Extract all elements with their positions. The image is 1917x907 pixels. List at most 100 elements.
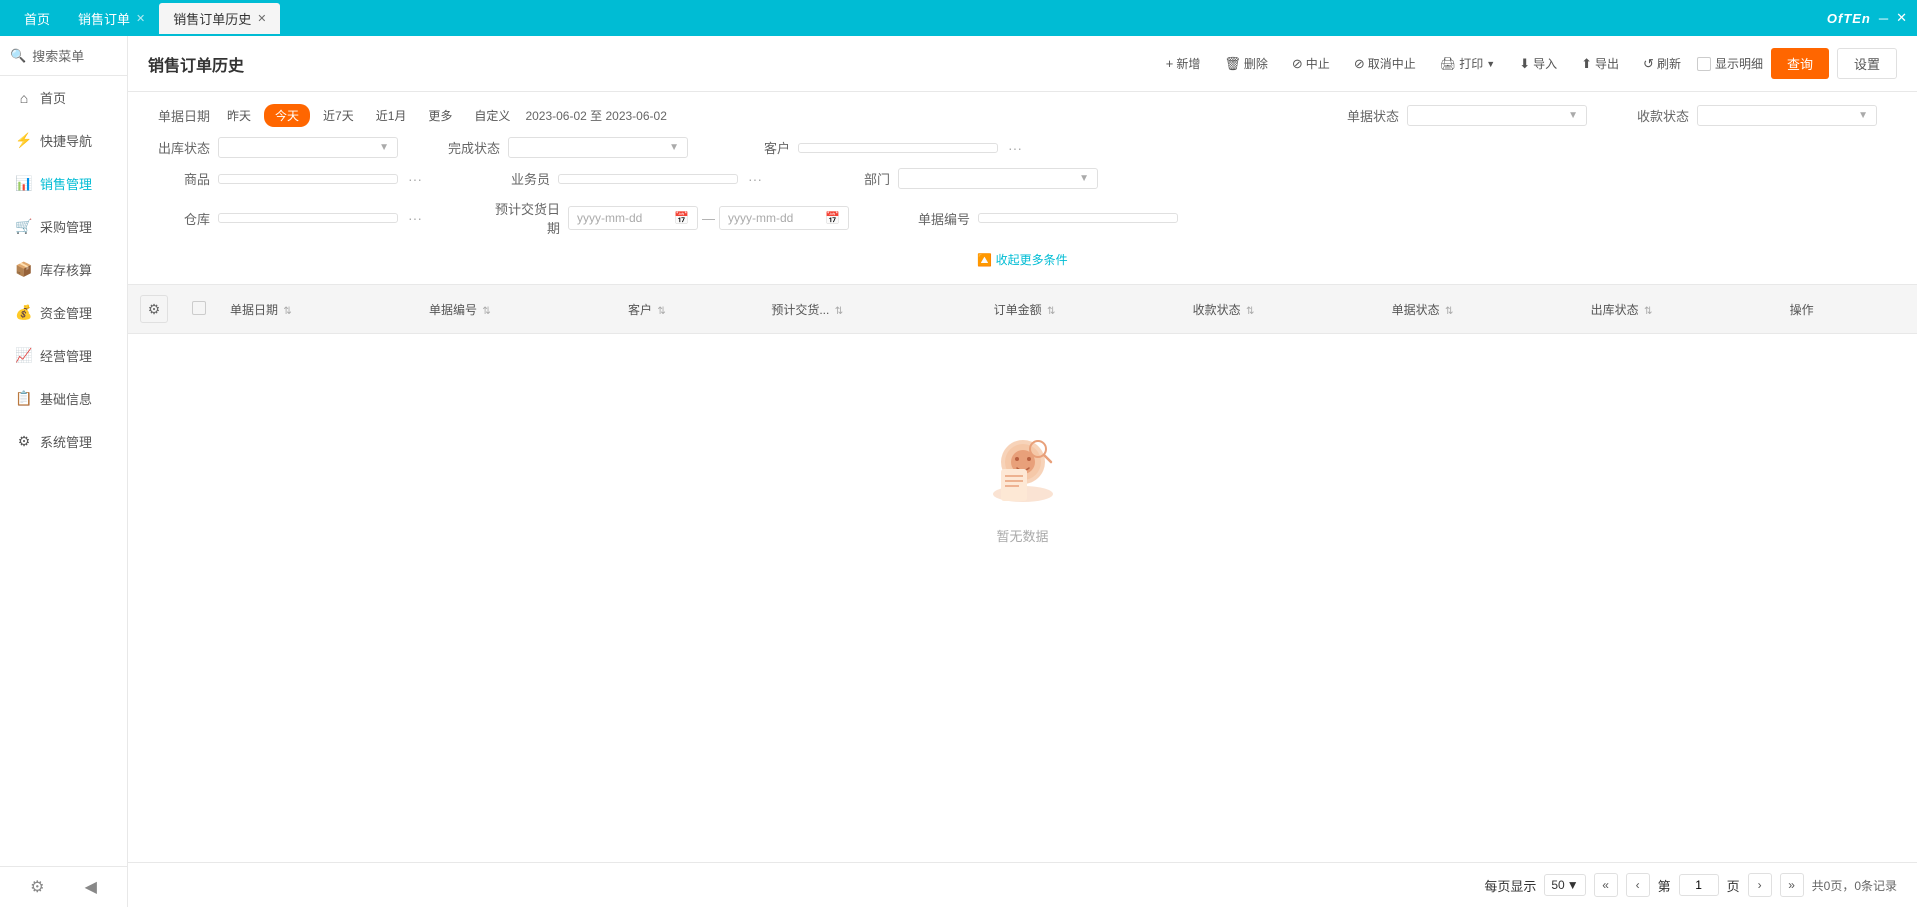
collapse-row[interactable]: 🔼 收起更多条件	[148, 247, 1897, 272]
col-outstatus-header: 出库状态 ⇅	[1579, 285, 1778, 334]
calendar-from-icon: 📅	[674, 211, 689, 225]
complete-status-select[interactable]: ▼	[508, 137, 688, 158]
set-button[interactable]: 设置	[1837, 48, 1897, 79]
page-size-arrow: ▼	[1567, 878, 1579, 892]
date-btn-7days[interactable]: 近7天	[314, 104, 363, 127]
delete-button[interactable]: 🗑 删除	[1216, 50, 1276, 77]
tab-sales-history-close[interactable]: ✕	[257, 12, 266, 25]
page-first-btn[interactable]: «	[1594, 873, 1618, 897]
warehouse-input[interactable]	[218, 213, 398, 223]
cancel-stop-button[interactable]: ⊘ 取消中止	[1346, 50, 1424, 77]
warehouse-dots[interactable]: ···	[404, 210, 426, 226]
sidebar-item-operations[interactable]: 📈 经营管理	[0, 334, 127, 377]
delivery-date-from[interactable]: yyyy-mm-dd 📅	[568, 206, 698, 230]
page-next-btn[interactable]: ›	[1748, 873, 1772, 897]
col-number-header: 单据编号 ⇅	[417, 285, 616, 334]
sidebar-item-sales[interactable]: 📊 销售管理	[0, 162, 127, 205]
empty-illustration	[973, 414, 1073, 514]
sort-docstatus-icon[interactable]: ⇅	[1445, 306, 1453, 317]
print-icon: 🖨	[1440, 56, 1457, 72]
date-btn-custom[interactable]: 自定义	[465, 104, 519, 127]
dept-select[interactable]: ▼	[898, 168, 1098, 189]
customer-input[interactable]	[798, 143, 998, 153]
sidebar-item-system[interactable]: ⚙ 系统管理	[0, 420, 127, 463]
date-btn-yesterday[interactable]: 昨天	[218, 104, 260, 127]
sidebar-item-home[interactable]: ⌂ 首页	[0, 76, 127, 119]
empty-state-row: 暂无数据	[128, 334, 1917, 626]
tab-sales-history[interactable]: 销售订单历史 ✕	[159, 3, 280, 34]
print-button[interactable]: 🖨 打印 ▼	[1432, 50, 1503, 77]
tab-home[interactable]: 首页	[10, 3, 64, 34]
date-btn-today[interactable]: 今天	[264, 104, 310, 127]
col-date-header: 单据日期 ⇅	[218, 285, 417, 334]
display-toggle-label: 显示明细	[1715, 55, 1763, 72]
page-label: 第	[1658, 876, 1671, 895]
sort-delivery-icon[interactable]: ⇅	[835, 306, 843, 317]
sidebar-item-quick-nav-label: 快捷导航	[40, 131, 92, 150]
import-icon: ⬇	[1519, 56, 1530, 72]
tab-sales-history-label: 销售订单历史	[173, 9, 251, 28]
sidebar-search[interactable]: 🔍 搜索菜单	[0, 36, 127, 76]
display-toggle[interactable]: 显示明细	[1697, 55, 1763, 72]
doc-number-input[interactable]	[978, 213, 1178, 223]
delivery-date-to[interactable]: yyyy-mm-dd 📅	[719, 206, 849, 230]
window-min[interactable]: ─	[1879, 11, 1888, 26]
page-prev-btn[interactable]: ‹	[1626, 873, 1650, 897]
page-last-btn[interactable]: »	[1780, 873, 1804, 897]
sidebar-item-finance[interactable]: 💰 资金管理	[0, 291, 127, 334]
sidebar-item-base[interactable]: 📋 基础信息	[0, 377, 127, 420]
sidebar: 🔍 搜索菜单 ⌂ 首页 ⚡ 快捷导航 📊 销售管理 🛒 采购管理 📦 库存核算 …	[0, 36, 128, 907]
tab-sales-order-close[interactable]: ✕	[136, 12, 145, 25]
sort-date-icon[interactable]: ⇅	[283, 306, 291, 317]
filter-doc-status-control: ▼	[1407, 105, 1607, 126]
date-btn-more[interactable]: 更多	[419, 104, 461, 127]
salesperson-input[interactable]	[558, 174, 738, 184]
total-info: 共0页，0条记录	[1812, 877, 1897, 894]
out-status-select[interactable]: ▼	[218, 137, 398, 158]
sort-customer-icon[interactable]: ⇅	[657, 306, 665, 317]
display-toggle-checkbox[interactable]	[1697, 57, 1711, 71]
query-button[interactable]: 查询	[1771, 48, 1829, 79]
sort-number-icon[interactable]: ⇅	[482, 306, 490, 317]
sidebar-item-finance-label: 资金管理	[40, 303, 92, 322]
table-settings-btn[interactable]: ⚙	[140, 295, 168, 323]
page-label2: 页	[1727, 876, 1740, 895]
page-size-select[interactable]: 50 ▼	[1544, 874, 1585, 896]
goods-input[interactable]	[218, 174, 398, 184]
stop-button[interactable]: ⊘ 中止	[1284, 50, 1338, 77]
salesperson-dots[interactable]: ···	[744, 171, 766, 187]
quick-nav-icon: ⚡	[16, 133, 32, 149]
sidebar-item-inventory[interactable]: 📦 库存核算	[0, 248, 127, 291]
sidebar-search-label: 搜索菜单	[32, 46, 84, 65]
sidebar-collapse-btn[interactable]: ◀	[85, 877, 97, 897]
sort-outstatus-icon[interactable]: ⇅	[1644, 306, 1652, 317]
tab-sales-order[interactable]: 销售订单 ✕	[64, 3, 159, 34]
col-number-label: 单据编号	[429, 303, 477, 317]
search-icon: 🔍	[10, 48, 26, 64]
select-all-checkbox[interactable]	[192, 301, 206, 315]
doc-status-select[interactable]: ▼	[1407, 105, 1587, 126]
sidebar-item-quick-nav[interactable]: ⚡ 快捷导航	[0, 119, 127, 162]
sidebar-item-operations-label: 经营管理	[40, 346, 92, 365]
sort-amount-icon[interactable]: ⇅	[1047, 306, 1055, 317]
goods-dots[interactable]: ···	[404, 171, 426, 187]
window-close[interactable]: ✕	[1896, 10, 1907, 26]
payment-status-select[interactable]: ▼	[1697, 105, 1877, 126]
sidebar-item-purchase[interactable]: 🛒 采购管理	[0, 205, 127, 248]
collapse-icon: 🔼	[977, 253, 992, 267]
date-to-placeholder: yyyy-mm-dd	[728, 211, 793, 225]
sort-payment-icon[interactable]: ⇅	[1246, 306, 1254, 317]
home-icon: ⌂	[16, 90, 32, 106]
calendar-to-icon: 📅	[825, 211, 840, 225]
sidebar-item-purchase-label: 采购管理	[40, 217, 92, 236]
filter-area: 单据日期 昨天 今天 近7天 近1月 更多 自定义 2023-06-02 至 2…	[128, 92, 1917, 285]
customer-dots[interactable]: ···	[1004, 140, 1026, 156]
sidebar-settings-btn[interactable]: ⚙	[30, 877, 44, 897]
page-number-input[interactable]	[1679, 874, 1719, 896]
refresh-button[interactable]: ↺ 刷新	[1635, 50, 1689, 77]
export-button[interactable]: ⬆ 导出	[1573, 50, 1627, 77]
import-button[interactable]: ⬇ 导入	[1511, 50, 1565, 77]
date-btn-1month[interactable]: 近1月	[367, 104, 416, 127]
new-button[interactable]: + 新增	[1158, 50, 1209, 77]
col-docstatus-label: 单据状态	[1392, 303, 1440, 317]
